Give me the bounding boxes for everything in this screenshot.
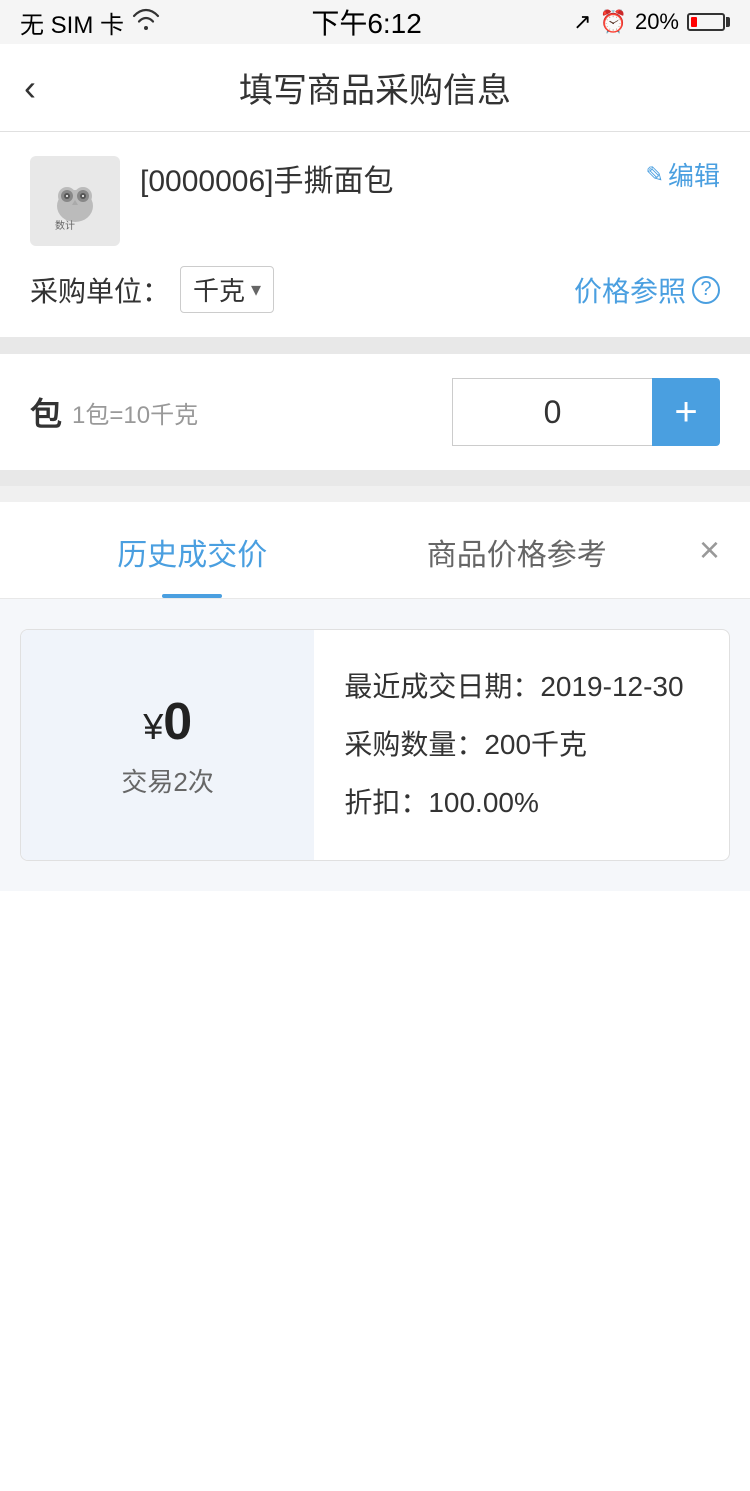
history-price-value: ¥0: [143, 692, 192, 752]
product-card: 数计 [0000006]手撕面包 ✎ 编辑 采购单位： 千克 ▾ 价格参照 ?: [0, 132, 750, 338]
svg-text:数计: 数计: [55, 219, 75, 231]
tabs-panel: 历史成交价 商品价格参考 × ¥0 交易2次 最近成交日期：2019-12-30…: [0, 502, 750, 891]
tabs-header: 历史成交价 商品价格参考 ×: [0, 502, 750, 599]
recent-date-value: 2019-12-30: [540, 671, 683, 702]
bottom-area: [0, 891, 750, 1491]
unit-left: 采购单位： 千克 ▾: [30, 266, 274, 313]
section-divider-2: [0, 470, 750, 486]
wifi-icon: [132, 8, 160, 37]
history-price-panel: ¥0 交易2次: [21, 630, 314, 860]
tab-product-price-ref-label: 商品价格参考: [427, 539, 607, 572]
discount-row: 折扣：100.00%: [344, 782, 699, 824]
unit-selector[interactable]: 千克 ▾: [180, 266, 274, 313]
unit-value: 千克: [193, 271, 245, 308]
product-name: [0000006]手撕面包: [140, 156, 393, 200]
discount-value: 100.00%: [428, 787, 539, 818]
quantity-row: 包 1包=10千克 +: [0, 354, 750, 470]
tab-content: ¥0 交易2次 最近成交日期：2019-12-30 采购数量：200千克 折扣：…: [0, 599, 750, 891]
currency-symbol: ¥: [143, 706, 163, 747]
price-ref-icon: ?: [692, 276, 720, 304]
product-thumbnail: 数计: [30, 156, 120, 246]
status-bar: 无 SIM 卡 下午6:12 ↗ ⏰ 20%: [0, 0, 750, 44]
location-icon: ↗: [573, 9, 591, 35]
edit-button[interactable]: ✎ 编辑: [646, 156, 720, 193]
purchase-qty-row: 采购数量：200千克: [344, 724, 699, 766]
tab-product-price-ref[interactable]: 商品价格参考: [354, 502, 678, 598]
quantity-conversion: 1包=10千克: [72, 395, 198, 430]
trade-count: 交易2次: [121, 762, 213, 799]
status-right: ↗ ⏰ 20%: [573, 9, 730, 35]
carrier-text: 无 SIM 卡: [20, 5, 124, 40]
recent-date-row: 最近成交日期：2019-12-30: [344, 666, 699, 708]
product-header: 数计 [0000006]手撕面包 ✎ 编辑: [30, 156, 720, 246]
unit-label: 采购单位：: [30, 270, 170, 310]
quantity-label: 包 1包=10千克: [30, 389, 198, 435]
status-left: 无 SIM 卡: [20, 5, 160, 40]
edit-label: 编辑: [668, 156, 720, 193]
quantity-input[interactable]: [452, 378, 652, 446]
unit-dropdown-arrow: ▾: [251, 277, 261, 302]
quantity-unit: 包: [30, 389, 62, 435]
nav-bar: ‹ 填写商品采购信息: [0, 44, 750, 132]
price-reference-button[interactable]: 价格参照 ?: [574, 270, 720, 310]
purchase-unit-row: 采购单位： 千克 ▾ 价格参照 ?: [30, 266, 720, 313]
product-info: 数计 [0000006]手撕面包: [30, 156, 393, 246]
battery-percent: 20%: [635, 9, 679, 35]
history-card: ¥0 交易2次 最近成交日期：2019-12-30 采购数量：200千克 折扣：…: [20, 629, 730, 861]
tab-history-price[interactable]: 历史成交价: [30, 502, 354, 598]
purchase-qty-value: 200千克: [484, 729, 587, 760]
status-time: 下午6:12: [311, 2, 422, 42]
tab-history-price-label: 历史成交价: [117, 539, 267, 572]
alarm-icon: ⏰: [600, 9, 627, 35]
discount-label: 折扣：: [344, 787, 428, 818]
battery-icon: [687, 13, 730, 31]
back-button[interactable]: ‹: [24, 67, 36, 109]
recent-date-label: 最近成交日期：: [344, 671, 540, 702]
purchase-qty-label: 采购数量：: [344, 729, 484, 760]
history-detail-panel: 最近成交日期：2019-12-30 采购数量：200千克 折扣：100.00%: [314, 630, 729, 860]
page-title: 填写商品采购信息: [239, 63, 511, 112]
section-divider: [0, 338, 750, 354]
tab-close-button[interactable]: ×: [679, 509, 720, 591]
edit-icon: ✎: [646, 162, 664, 188]
price-ref-label: 价格参照: [574, 270, 686, 310]
quantity-plus-button[interactable]: +: [652, 378, 720, 446]
quantity-input-wrapper: +: [452, 378, 720, 446]
